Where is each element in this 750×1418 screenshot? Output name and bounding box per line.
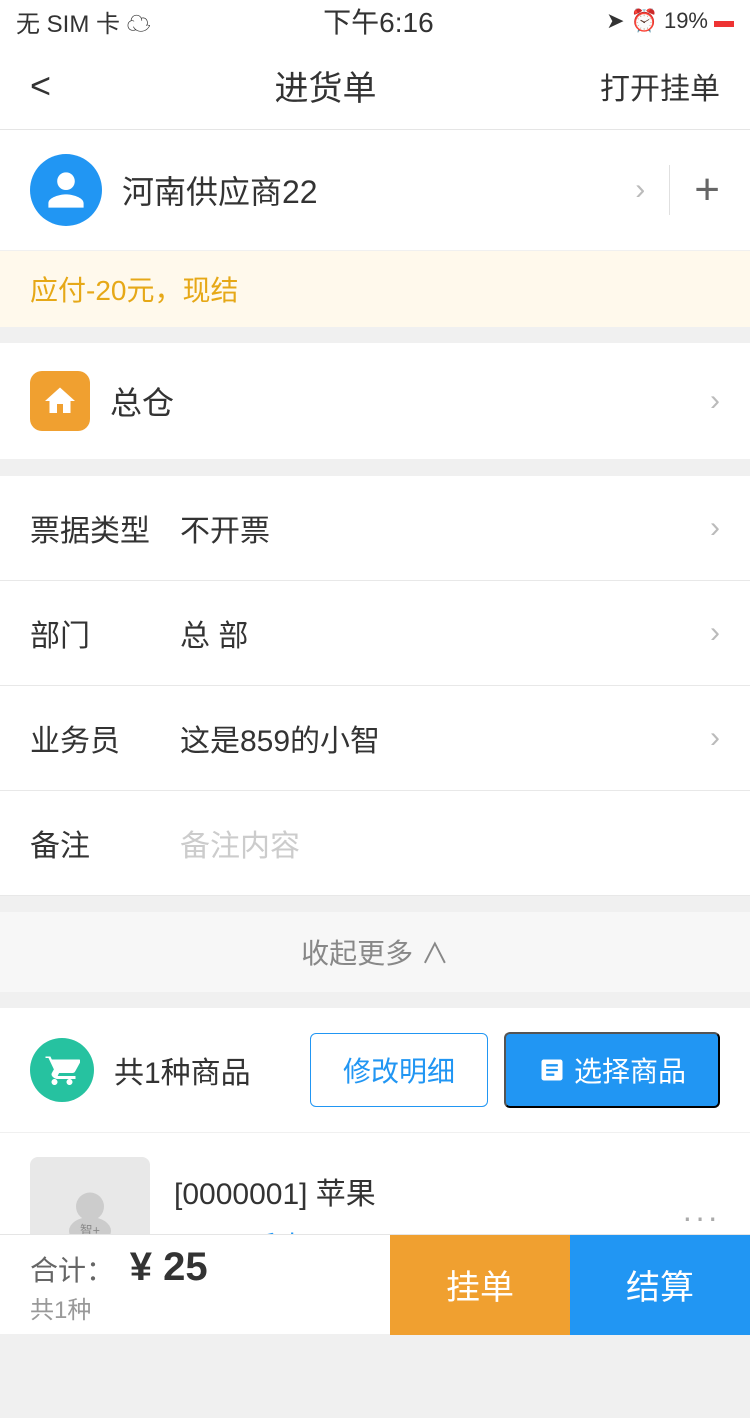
- more-options-button[interactable]: ···: [682, 1199, 720, 1236]
- hang-button[interactable]: 挂单: [390, 1235, 570, 1335]
- supplier-avatar: [30, 154, 102, 226]
- nav-bar: < 进货单 打开挂单: [0, 42, 750, 130]
- invoice-type-row[interactable]: 票据类型 不开票 ›: [0, 476, 750, 581]
- chevron-right-icon: ›: [710, 616, 720, 650]
- product-icon: [30, 1038, 94, 1102]
- battery-level: 19%: [664, 8, 708, 34]
- chevron-right-icon: ›: [635, 173, 645, 207]
- status-time: 下午6:16: [323, 1, 434, 41]
- invoice-type-value: 不开票: [150, 506, 710, 550]
- chevron-right-icon: ›: [710, 384, 720, 418]
- status-left: 无 SIM 卡 ☁: [16, 4, 151, 39]
- product-header: 共1种商品 修改明细 选择商品: [0, 1008, 750, 1133]
- page-title: 进货单: [275, 61, 377, 110]
- product-name: [0000001] 苹果: [174, 1169, 682, 1213]
- alarm-icon: ⏰: [631, 8, 658, 34]
- collapse-row[interactable]: 收起更多 ∧: [0, 912, 750, 992]
- salesperson-label: 业务员: [30, 716, 150, 760]
- checkout-button[interactable]: 结算: [570, 1235, 750, 1335]
- supplier-name: 河南供应商22: [122, 167, 635, 213]
- remark-input[interactable]: 备注内容: [150, 821, 720, 865]
- product-title: 苹果: [316, 1178, 376, 1211]
- product-code: [0000001]: [174, 1178, 316, 1211]
- chevron-right-icon: ›: [710, 511, 720, 545]
- total-area: 合计： ¥ 25 共1种: [0, 1245, 390, 1325]
- home-icon: [42, 383, 78, 419]
- back-button[interactable]: <: [30, 65, 51, 107]
- edit-detail-button[interactable]: 修改明细: [310, 1033, 488, 1107]
- total-count: 共1种: [30, 1290, 360, 1325]
- warehouse-row[interactable]: 总仓 ›: [0, 343, 750, 460]
- location-icon: ➤: [606, 8, 624, 34]
- warehouse-icon: [30, 371, 90, 431]
- status-bar: 无 SIM 卡 ☁ 下午6:16 ➤ ⏰ 19% ▬: [0, 0, 750, 42]
- form-section: 票据类型 不开票 › 部门 总 部 › 业务员 这是859的小智 › 备注 备注…: [0, 476, 750, 896]
- chevron-right-icon: ›: [710, 721, 720, 755]
- remark-row[interactable]: 备注 备注内容: [0, 791, 750, 896]
- collapse-label: 收起更多 ∧: [301, 932, 449, 972]
- cart-icon: [44, 1052, 80, 1088]
- bottom-bar: 合计： ¥ 25 共1种 挂单 结算: [0, 1234, 750, 1334]
- department-row[interactable]: 部门 总 部 ›: [0, 581, 750, 686]
- supplier-row[interactable]: 河南供应商22 › +: [0, 130, 750, 251]
- open-hang-button[interactable]: 打开挂单: [600, 64, 720, 108]
- person-icon: [44, 168, 88, 212]
- warehouse-name: 总仓: [110, 378, 710, 424]
- warning-banner: 应付-20元，现结: [0, 251, 750, 327]
- total-amount: ¥ 25: [130, 1245, 208, 1289]
- department-value: 总 部: [150, 611, 710, 655]
- add-supplier-button[interactable]: +: [694, 165, 720, 215]
- salesperson-value: 这是859的小智: [150, 716, 710, 760]
- select-product-label: 选择商品: [574, 1050, 686, 1090]
- select-product-icon: [538, 1056, 566, 1084]
- supplier-section: 河南供应商22 › + 应付-20元，现结: [0, 130, 750, 327]
- invoice-type-label: 票据类型: [30, 506, 150, 550]
- warehouse-section: 总仓 ›: [0, 343, 750, 460]
- salesperson-row[interactable]: 业务员 这是859的小智 ›: [0, 686, 750, 791]
- product-count-label: 共1种商品: [114, 1048, 310, 1092]
- remark-label: 备注: [30, 821, 150, 865]
- battery-icon: ▬: [714, 10, 734, 33]
- department-label: 部门: [30, 611, 150, 655]
- sim-status: 无 SIM 卡 ☁: [16, 4, 151, 39]
- select-product-button[interactable]: 选择商品: [504, 1032, 720, 1108]
- divider: [669, 165, 670, 215]
- total-label: 合计：: [30, 1255, 114, 1286]
- status-right: ➤ ⏰ 19% ▬: [606, 8, 734, 34]
